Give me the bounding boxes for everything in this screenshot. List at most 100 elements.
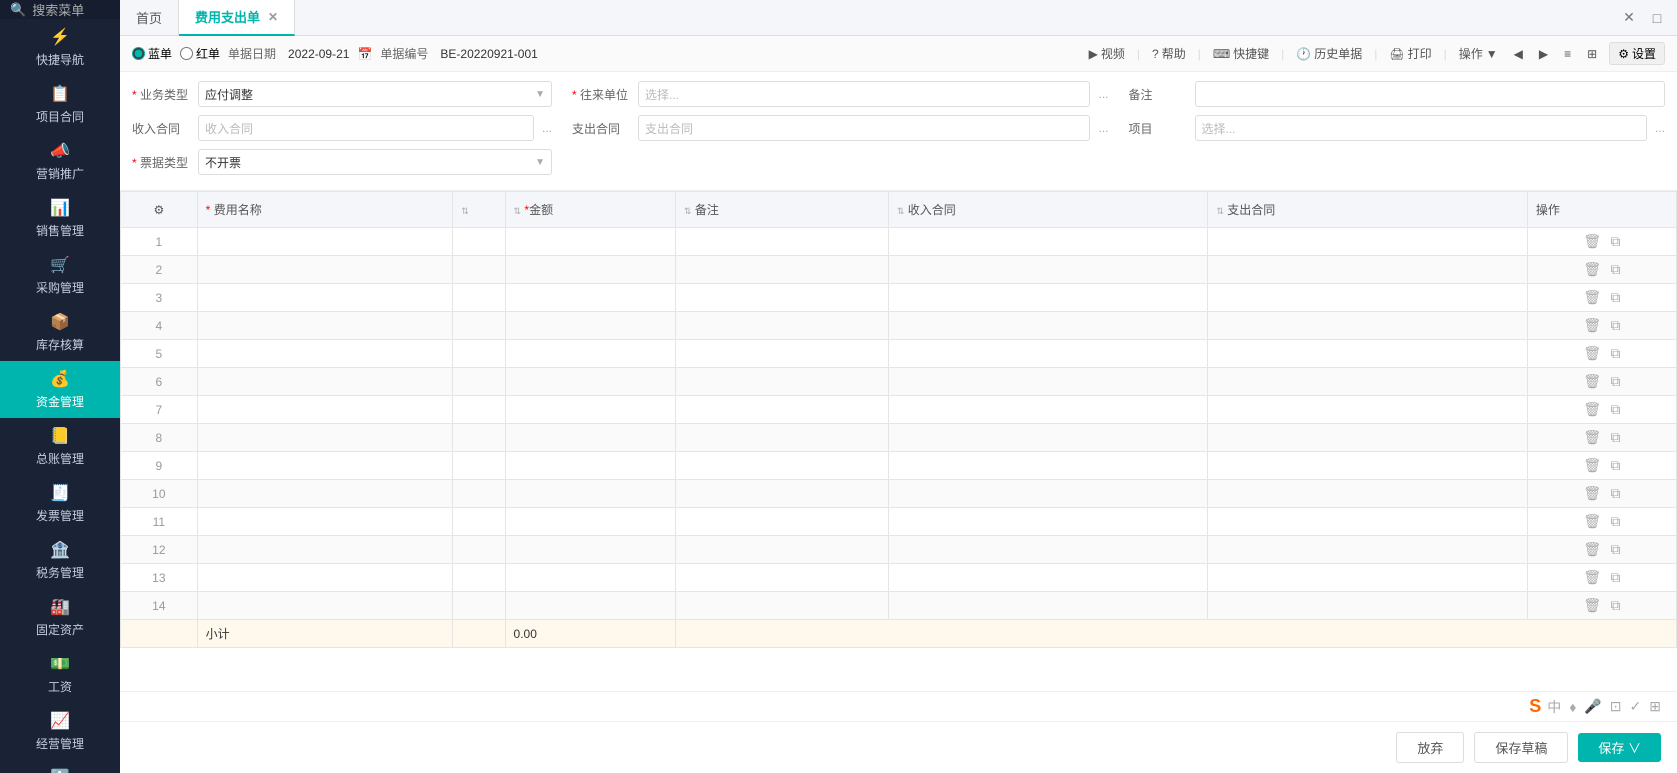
amount-cell[interactable] [505, 508, 675, 536]
sort-cell[interactable] [453, 480, 505, 508]
expense-contract-cell[interactable] [1208, 452, 1527, 480]
sort-cell[interactable] [453, 508, 505, 536]
expense-contract-cell[interactable] [1208, 592, 1527, 620]
expense-name-cell[interactable] [197, 508, 453, 536]
sidebar-item-fixed-assets[interactable]: 🏭 固定资产 [0, 589, 120, 646]
note-cell[interactable] [675, 312, 888, 340]
note-cell[interactable] [675, 564, 888, 592]
income-contract-cell[interactable] [888, 592, 1207, 620]
copy-icon[interactable]: ⧉ [1611, 597, 1621, 613]
delete-icon[interactable]: 🗑 [1583, 233, 1601, 249]
note-cell[interactable] [675, 424, 888, 452]
amount-cell[interactable] [505, 312, 675, 340]
delete-icon[interactable]: 🗑 [1583, 401, 1601, 417]
expense-contract-cell[interactable] [1208, 256, 1527, 284]
expense-name-cell[interactable] [197, 312, 453, 340]
ops-button[interactable]: 操作 ▼ [1455, 43, 1502, 64]
list-view-button[interactable]: ≡ [1560, 45, 1575, 63]
note-cell[interactable] [675, 536, 888, 564]
delete-icon[interactable]: 🗑 [1583, 513, 1601, 529]
expense-contract-cell[interactable] [1208, 564, 1527, 592]
sidebar-item-ops-mgmt[interactable]: 📈 经营管理 [0, 703, 120, 760]
income-contract-cell[interactable] [888, 480, 1207, 508]
expense-name-cell[interactable] [197, 452, 453, 480]
window-maximize-button[interactable]: □ [1645, 6, 1669, 30]
shortcut-button[interactable]: ⌨ 快捷键 [1209, 43, 1273, 64]
amount-cell[interactable] [505, 368, 675, 396]
history-button[interactable]: 🕐 历史单据 [1292, 43, 1366, 64]
delete-icon[interactable]: 🗑 [1583, 457, 1601, 473]
grid-view-button[interactable]: ⊞ [1583, 45, 1601, 63]
help-button[interactable]: ? 帮助 [1148, 43, 1190, 64]
amount-cell[interactable] [505, 536, 675, 564]
copy-icon[interactable]: ⧉ [1611, 401, 1621, 417]
amount-cell[interactable] [505, 480, 675, 508]
remark-input[interactable] [1195, 81, 1666, 107]
delete-icon[interactable]: 🗑 [1583, 261, 1601, 277]
copy-icon[interactable]: ⧉ [1611, 261, 1621, 277]
save-button[interactable]: 保存 ∨ [1578, 733, 1661, 762]
amount-cell[interactable] [505, 592, 675, 620]
copy-icon[interactable]: ⧉ [1611, 345, 1621, 361]
sort-cell[interactable] [453, 228, 505, 256]
delete-icon[interactable]: 🗑 [1583, 289, 1601, 305]
income-contract-cell[interactable] [888, 284, 1207, 312]
delete-icon[interactable]: 🗑 [1583, 345, 1601, 361]
expense-contract-cell[interactable] [1208, 340, 1527, 368]
sidebar-item-sales-mgmt[interactable]: 📊 销售管理 [0, 190, 120, 247]
expense-name-cell[interactable] [197, 424, 453, 452]
copy-icon[interactable]: ⧉ [1611, 541, 1621, 557]
amount-cell[interactable] [505, 340, 675, 368]
discard-button[interactable]: 放弃 [1396, 732, 1464, 763]
sort-cell[interactable] [453, 564, 505, 592]
sidebar-item-inventory[interactable]: 📦 库存核算 [0, 304, 120, 361]
expense-contract-cell[interactable] [1208, 312, 1527, 340]
sidebar-item-quick-nav[interactable]: ⚡ 快捷导航 [0, 19, 120, 76]
amount-cell[interactable] [505, 452, 675, 480]
income-contract-cell[interactable] [888, 508, 1207, 536]
delete-icon[interactable]: 🗑 [1583, 569, 1601, 585]
income-contract-cell[interactable] [888, 424, 1207, 452]
copy-icon[interactable]: ⧉ [1611, 317, 1621, 333]
income-contract-cell[interactable] [888, 256, 1207, 284]
sort-cell[interactable] [453, 452, 505, 480]
amount-cell[interactable] [505, 424, 675, 452]
expense-contract-cell[interactable] [1208, 536, 1527, 564]
project-dots-button[interactable]: ... [1655, 121, 1665, 135]
sidebar-item-base-info[interactable]: ℹ️ 基础信息 [0, 760, 120, 773]
counterpart-dots-button[interactable]: ... [1098, 87, 1108, 101]
video-button[interactable]: ▶ 视频 [1085, 43, 1129, 64]
income-contract-input[interactable]: 收入合同 [198, 115, 534, 141]
income-contract-cell[interactable] [888, 452, 1207, 480]
sidebar-item-project-contract[interactable]: 📋 项目合同 [0, 76, 120, 133]
delete-icon[interactable]: 🗑 [1583, 597, 1601, 613]
copy-icon[interactable]: ⧉ [1611, 457, 1621, 473]
expense-name-cell[interactable] [197, 256, 453, 284]
sidebar-item-invoice-mgmt[interactable]: 🧾 发票管理 [0, 475, 120, 532]
expense-name-cell[interactable] [197, 592, 453, 620]
delete-icon[interactable]: 🗑 [1583, 429, 1601, 445]
next-page-button[interactable]: ▶ [1535, 45, 1552, 63]
save-draft-button[interactable]: 保存草稿 [1474, 732, 1568, 763]
sort-cell[interactable] [453, 424, 505, 452]
amount-cell[interactable] [505, 564, 675, 592]
expense-name-cell[interactable] [197, 228, 453, 256]
tab-home[interactable]: 首页 [120, 0, 179, 36]
col-settings-header[interactable]: ⚙ [121, 192, 198, 228]
sort-cell[interactable] [453, 256, 505, 284]
note-cell[interactable] [675, 284, 888, 312]
business-type-select[interactable]: 应付调整 ▼ [198, 81, 552, 107]
bill-type-select[interactable]: 不开票 ▼ [198, 149, 552, 175]
note-cell[interactable] [675, 480, 888, 508]
tab-close-icon[interactable]: ✕ [268, 10, 278, 24]
income-contract-dots-button[interactable]: ... [542, 121, 552, 135]
income-contract-cell[interactable] [888, 228, 1207, 256]
sidebar-item-sales-promo[interactable]: 📣 营销推广 [0, 133, 120, 190]
setting-button[interactable]: ⚙ 设置 [1609, 42, 1665, 65]
sort-cell[interactable] [453, 368, 505, 396]
expense-name-cell[interactable] [197, 340, 453, 368]
sidebar-item-salary[interactable]: 💵 工资 [0, 646, 120, 703]
note-cell[interactable] [675, 340, 888, 368]
income-contract-cell[interactable] [888, 368, 1207, 396]
amount-cell[interactable] [505, 396, 675, 424]
